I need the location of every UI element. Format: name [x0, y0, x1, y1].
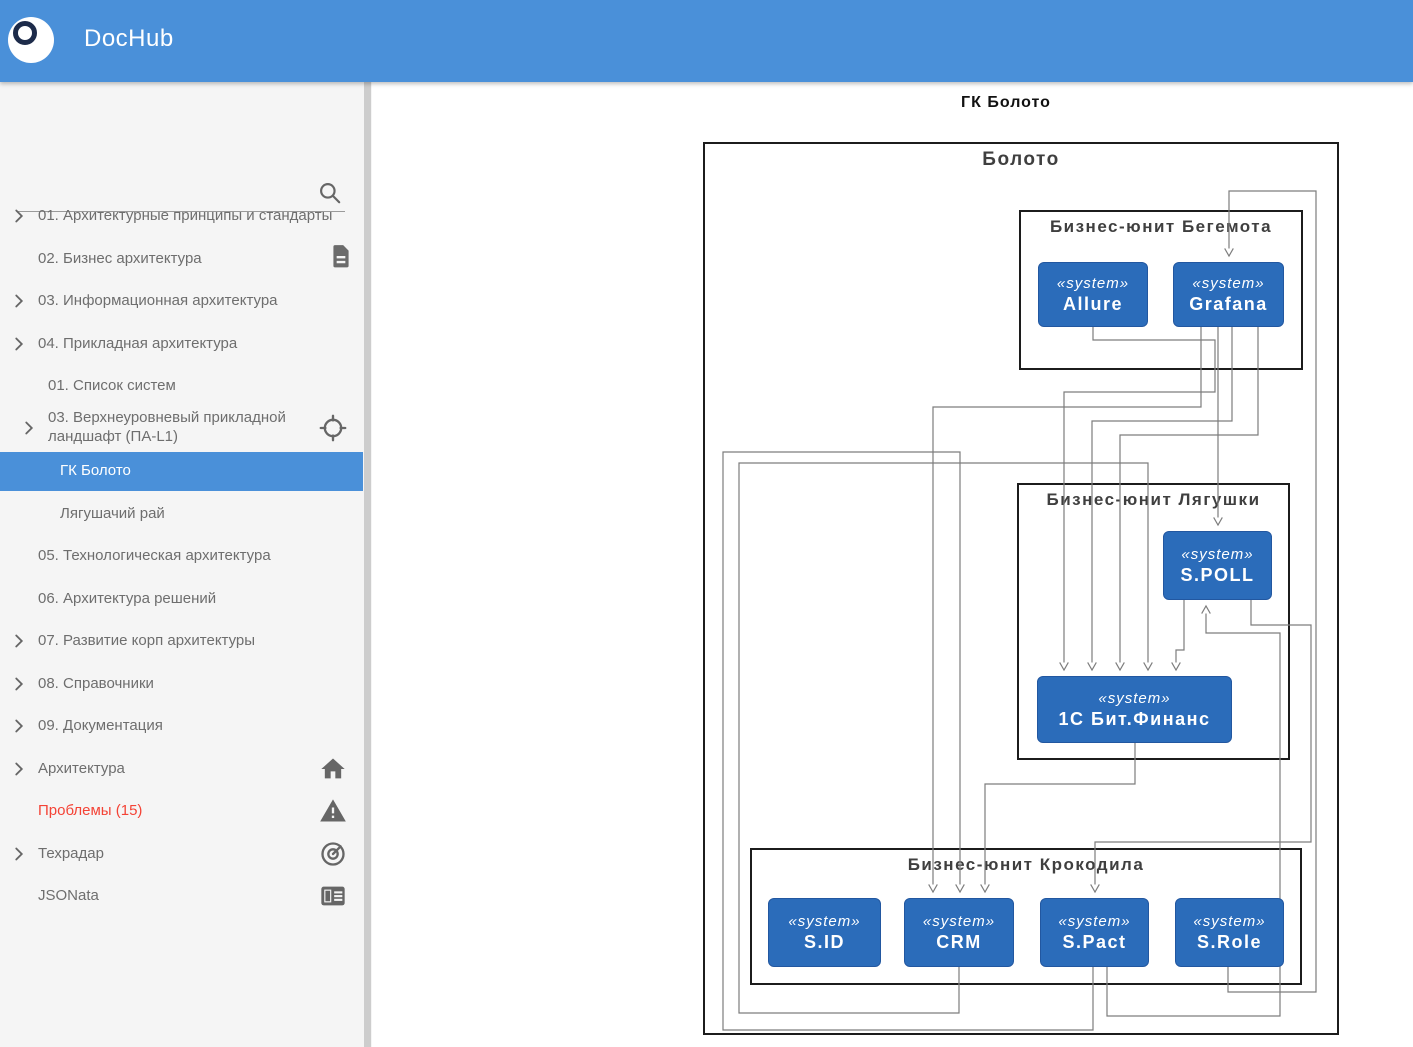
- system-node-crm[interactable]: «system» CRM: [904, 898, 1014, 967]
- sidebar-item-09-documentation[interactable]: 09. Документация: [0, 705, 363, 747]
- system-node-srole[interactable]: «system» S.Role: [1175, 898, 1284, 967]
- sidebar-scrollbar[interactable]: [364, 82, 371, 1047]
- root-boundary-label: Болото: [982, 149, 1060, 170]
- chevron-right-icon[interactable]: [18, 417, 40, 439]
- sidebar-item-problems[interactable]: Проблемы (15): [0, 790, 363, 832]
- system-node-allure[interactable]: «system» Allure: [1038, 262, 1148, 327]
- unit-begemota-label: Бизнес-юнит Бегемота: [1049, 217, 1273, 236]
- sidebar-item-frog-paradise[interactable]: Лягушачий рай: [0, 493, 363, 535]
- app-header: DocHub: [0, 0, 1413, 82]
- home-icon[interactable]: [319, 755, 347, 783]
- sidebar-item-systems-list[interactable]: 01. Список систем: [0, 365, 363, 407]
- sidebar-item-03-information[interactable]: 03. Информационная архитектура: [0, 280, 363, 322]
- chevron-right-icon[interactable]: [8, 715, 30, 737]
- system-node-sid[interactable]: «system» S.ID: [768, 898, 881, 967]
- radar-icon[interactable]: [319, 840, 347, 868]
- system-node-grafana[interactable]: «system» Grafana: [1173, 262, 1284, 327]
- sidebar-item-06-solutions[interactable]: 06. Архитектура решений: [0, 578, 363, 620]
- chevron-right-icon[interactable]: [8, 333, 30, 355]
- sidebar: 01. Архитектурные принципы и стандарты 0…: [0, 82, 372, 1047]
- sidebar-item-07-development[interactable]: 07. Развитие корп архитектуры: [0, 620, 363, 662]
- sidebar-item-04-applied[interactable]: 04. Прикладная архитектура: [0, 323, 363, 365]
- sidebar-item-02-business[interactable]: 02. Бизнес архитектура: [0, 238, 363, 280]
- chevron-right-icon[interactable]: [8, 205, 30, 227]
- app-title: DocHub: [84, 25, 174, 52]
- sidebar-item-01-principles[interactable]: 01. Архитектурные принципы и стандарты: [0, 195, 363, 237]
- dochub-logo-icon: [8, 17, 54, 63]
- sidebar-item-jsonata[interactable]: JSONata: [0, 875, 363, 917]
- system-node-spact[interactable]: «system» S.Pact: [1040, 898, 1149, 967]
- diagram-title: ГК Болото: [961, 94, 1051, 111]
- chevron-right-icon[interactable]: [8, 673, 30, 695]
- unit-lyagushki-label: Бизнес-юнит Лягушки: [1046, 490, 1261, 509]
- chevron-right-icon[interactable]: [8, 630, 30, 652]
- sidebar-item-08-references[interactable]: 08. Справочники: [0, 663, 363, 705]
- system-node-spoll[interactable]: «system» S.POLL: [1163, 531, 1272, 600]
- chevron-right-icon[interactable]: [8, 758, 30, 780]
- warning-icon: [320, 799, 346, 822]
- sidebar-item-gk-boloto[interactable]: ГК Болото: [0, 452, 363, 491]
- sidebar-item-architecture[interactable]: Архитектура: [0, 748, 363, 790]
- chevron-right-icon[interactable]: [8, 290, 30, 312]
- sidebar-item-landscape-pa-l1[interactable]: 03. Верхнеуровневый прикладной ландшафт …: [0, 402, 363, 454]
- target-locate-icon[interactable]: [319, 414, 347, 442]
- chevron-right-icon[interactable]: [8, 843, 30, 865]
- reader-mode-icon[interactable]: [319, 882, 347, 910]
- sidebar-item-techradar[interactable]: Техрадар: [0, 833, 363, 875]
- unit-krokodila-label: Бизнес-юнит Крокодила: [907, 855, 1145, 874]
- sidebar-item-05-technology[interactable]: 05. Технологическая архитектура: [0, 535, 363, 577]
- system-node-1c-bit-finance[interactable]: «system» 1С Бит.Финанс: [1037, 676, 1232, 743]
